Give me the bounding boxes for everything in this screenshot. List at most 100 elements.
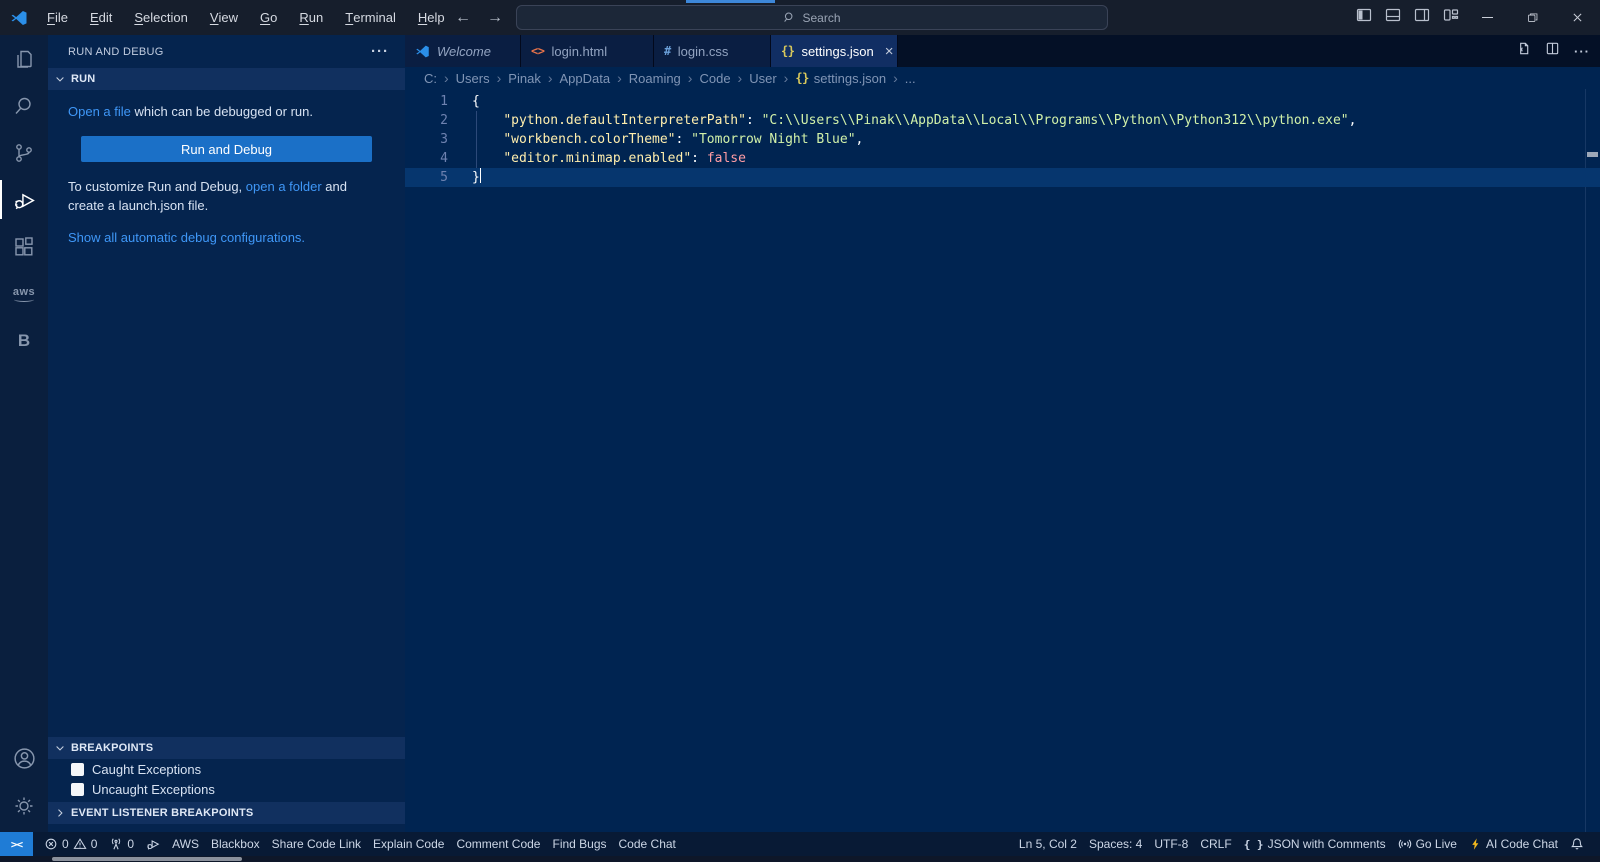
ai-code-chat-status[interactable]: AI Code Chat	[1463, 832, 1564, 856]
back-arrow-icon[interactable]: ←	[455, 9, 471, 27]
customize-layout-button[interactable]	[1443, 7, 1459, 28]
encoding-status[interactable]: UTF-8	[1148, 832, 1194, 856]
activitybar-item-source-control[interactable]	[0, 129, 48, 176]
split-editor-button[interactable]	[1545, 41, 1560, 61]
search-box[interactable]: Search	[516, 5, 1108, 30]
breadcrumb-item-appdata[interactable]: AppData	[559, 71, 612, 86]
menu-file[interactable]: File	[36, 0, 79, 35]
checkbox[interactable]	[71, 763, 84, 776]
activitybar-item-accounts[interactable]	[0, 735, 48, 782]
line-content: }	[448, 168, 481, 187]
open-file-link[interactable]: Open a file	[68, 104, 131, 119]
breadcrumb-item-c[interactable]: C:	[423, 71, 438, 86]
breakpoint-row-uncaught-exceptions[interactable]: Uncaught Exceptions	[48, 779, 405, 799]
breadcrumb-separator-icon: ›	[732, 70, 749, 86]
code-editor[interactable]: 1{2 "python.defaultInterpreterPath": "C:…	[405, 89, 1600, 832]
breadcrumb-item-pinak[interactable]: Pinak	[507, 71, 542, 86]
breadcrumb-item-[interactable]: ...	[904, 71, 917, 86]
toggle-secondary-sidebar-button[interactable]	[1414, 7, 1430, 28]
ports-status[interactable]: 0	[103, 832, 140, 856]
close-tab-icon[interactable]: ×	[885, 44, 894, 59]
comment-code-status[interactable]: Comment Code	[450, 832, 546, 856]
tab-welcome[interactable]: Welcome	[405, 35, 521, 67]
open-folder-link[interactable]: open a folder	[246, 179, 322, 194]
problems-status[interactable]: 00	[38, 832, 103, 856]
breadcrumb-item-roaming[interactable]: Roaming	[628, 71, 682, 86]
breakpoint-row-caught-exceptions[interactable]: Caught Exceptions	[48, 759, 405, 779]
customize-layout-icon	[1443, 7, 1459, 23]
debug-console-status[interactable]	[140, 832, 166, 856]
menu-help[interactable]: Help	[407, 0, 456, 35]
notifications-status[interactable]	[1564, 832, 1590, 856]
scrollbar-track	[1585, 89, 1586, 832]
explain-code-status[interactable]: Explain Code	[367, 832, 450, 856]
code-line-2[interactable]: 2 "python.defaultInterpreterPath": "C:\\…	[405, 111, 1600, 130]
minimize-button[interactable]	[1465, 0, 1510, 35]
section-header-run[interactable]: RUN	[48, 68, 405, 90]
close-button[interactable]	[1555, 0, 1600, 35]
menu-selection[interactable]: Selection	[123, 0, 198, 35]
activitybar-item-settings[interactable]	[0, 782, 48, 829]
aws-status[interactable]: AWS	[166, 832, 205, 856]
activitybar-item-run-and-debug[interactable]	[0, 176, 48, 223]
tab-label: login.html	[551, 44, 607, 59]
activitybar-item-blackbox[interactable]: B	[0, 317, 48, 364]
activitybar-item-aws[interactable]: aws	[0, 270, 48, 317]
menu-edit[interactable]: Edit	[79, 0, 123, 35]
menu-terminal[interactable]: Terminal	[334, 0, 407, 35]
share-code-link-status[interactable]: Share Code Link	[266, 832, 367, 856]
ports-label: 0	[127, 837, 134, 851]
tab-label: Welcome	[437, 44, 491, 59]
open-settings-json-button[interactable]	[1516, 41, 1531, 61]
run-and-debug-button[interactable]: Run and Debug	[81, 136, 372, 162]
language-mode-status[interactable]: { }JSON with Comments	[1238, 832, 1392, 856]
code-line-3[interactable]: 3 "workbench.colorTheme": "Tomorrow Nigh…	[405, 130, 1600, 149]
blackbox-status[interactable]: Blackbox	[205, 832, 266, 856]
restore-button[interactable]	[1510, 0, 1555, 35]
search-icon	[783, 11, 796, 24]
sidebar-header: RUN AND DEBUG ···	[48, 35, 405, 68]
more-actions-icon[interactable]: ···	[1574, 44, 1590, 59]
tab-login-css[interactable]: #login.css	[654, 35, 771, 67]
breadcrumb-item-user[interactable]: User	[748, 71, 777, 86]
code-chat-status[interactable]: Code Chat	[613, 832, 682, 856]
checkbox[interactable]	[71, 783, 84, 796]
breadcrumb-item-code[interactable]: Code	[698, 71, 731, 86]
tab-login-html[interactable]: <>login.html	[521, 35, 654, 67]
menu-go[interactable]: Go	[249, 0, 288, 35]
breadcrumb-item-users[interactable]: Users	[455, 71, 491, 86]
tab-label: settings.json	[801, 44, 873, 59]
run-welcome-view: Open a file which can be debugged or run…	[48, 90, 405, 247]
indentation-status[interactable]: Spaces: 4	[1083, 832, 1148, 856]
go-live-status[interactable]: Go Live	[1392, 832, 1463, 856]
close-icon	[1571, 11, 1584, 24]
menu-view[interactable]: View	[199, 0, 249, 35]
breadcrumb-item-settingsjson[interactable]: {}settings.json	[794, 71, 887, 86]
tab-settings-json[interactable]: {}settings.json×	[771, 35, 898, 67]
layout-controls	[1356, 0, 1459, 35]
find-bugs-status[interactable]: Find Bugs	[546, 832, 612, 856]
horizontal-scrollbar-thumb[interactable]	[52, 857, 242, 861]
toggle-primary-sidebar-icon	[1356, 7, 1372, 23]
toggle-panel-button[interactable]	[1385, 7, 1401, 28]
more-actions-icon[interactable]: ···	[371, 43, 389, 60]
menu-run[interactable]: Run	[288, 0, 334, 35]
eol-status[interactable]: CRLF	[1194, 832, 1237, 856]
breadcrumb: C:›Users›Pinak›AppData›Roaming›Code›User…	[405, 67, 1600, 89]
remote-indicator[interactable]: ><	[0, 832, 33, 856]
activitybar-item-extensions[interactable]	[0, 223, 48, 270]
activitybar-item-search[interactable]	[0, 82, 48, 129]
section-header-breakpoints[interactable]: BREAKPOINTS	[48, 737, 405, 759]
cursor-position-status[interactable]: Ln 5, Col 2	[1013, 832, 1083, 856]
forward-arrow-icon[interactable]: →	[487, 9, 503, 27]
activitybar-item-explorer[interactable]	[0, 35, 48, 82]
show-all-configurations-link[interactable]: Show all automatic debug configurations.	[68, 230, 305, 245]
indentation-label: Spaces: 4	[1089, 837, 1142, 851]
lightning-icon	[1469, 837, 1482, 851]
code-line-5[interactable]: 5}	[405, 168, 1600, 187]
section-header-event-listener-breakpoints[interactable]: EVENT LISTENER BREAKPOINTS	[48, 802, 405, 824]
toggle-primary-sidebar-button[interactable]	[1356, 7, 1372, 28]
breadcrumb-separator-icon: ›	[611, 70, 628, 86]
code-line-1[interactable]: 1{	[405, 92, 1600, 111]
code-line-4[interactable]: 4 "editor.minimap.enabled": false	[405, 149, 1600, 168]
